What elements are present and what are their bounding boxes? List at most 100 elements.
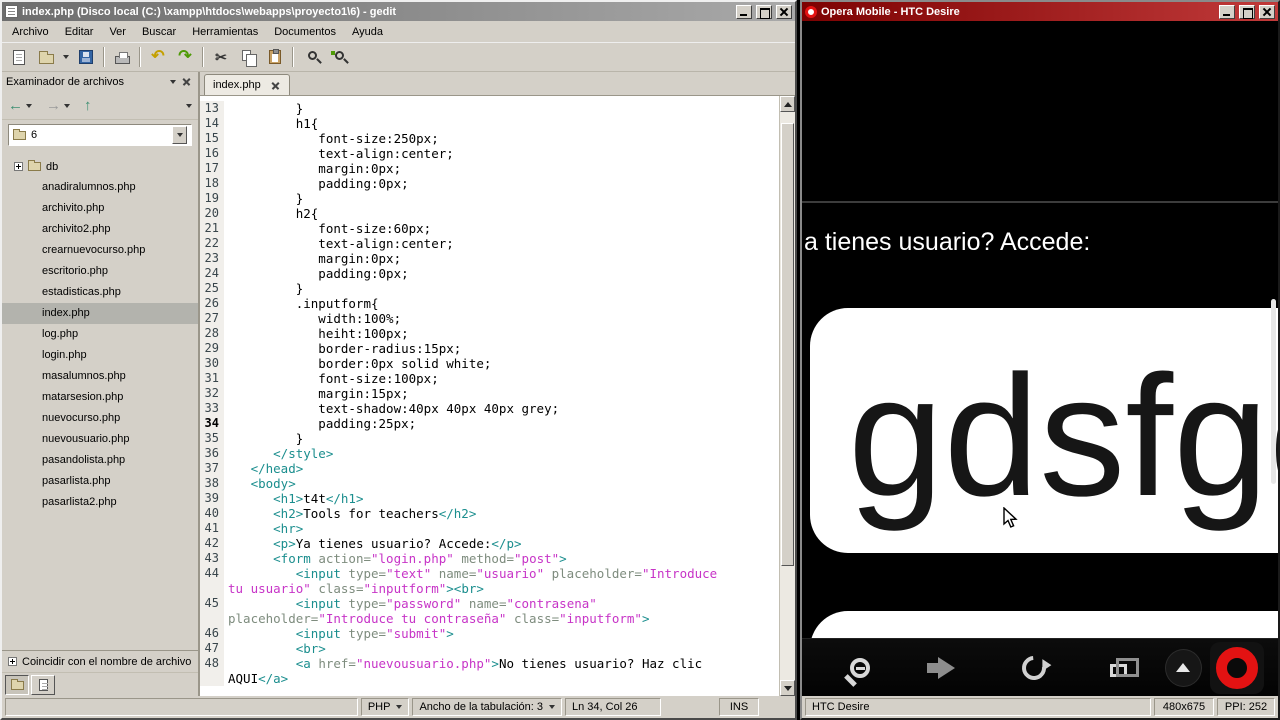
code-line[interactable]: 34 padding:25px; [200,416,779,431]
cut-button[interactable]: ✂ [208,45,234,69]
code-line[interactable]: 15 font-size:250px; [200,131,779,146]
gedit-titlebar[interactable]: index.php (Disco local (C:) \xampp\htdoc… [2,2,795,21]
expand-icon[interactable] [8,657,17,666]
copy-button[interactable] [235,45,261,69]
scroll-down-button[interactable] [780,680,795,696]
location-dropdown-button[interactable] [172,126,187,144]
menu-herramientas[interactable]: Herramientas [184,23,266,41]
close-button[interactable] [776,4,792,19]
maximize-button[interactable] [756,4,772,19]
file-item-pasarlista2.php[interactable]: pasarlista2.php [2,492,198,513]
code-line[interactable]: 20 h2{ [200,206,779,221]
print-button[interactable] [109,45,135,69]
code-lines[interactable]: 13 } 14 h1{15 font-size:250px; 16 text-ali… [200,96,779,696]
file-item-nuevocurso.php[interactable]: nuevocurso.php [2,408,198,429]
opera-titlebar[interactable]: Opera Mobile - HTC Desire [802,2,1278,21]
code-line[interactable]: 43 <form action="login.php" method="post… [200,551,779,566]
panel-tab-file-browser[interactable] [5,675,29,695]
new-document-button[interactable] [6,45,32,69]
file-item-crearnuevocurso.php[interactable]: crearnuevocurso.php [2,240,198,261]
tab-index-php[interactable]: index.php [204,74,290,95]
code-line[interactable]: 22 text-align:center; [200,236,779,251]
menu-buscar[interactable]: Buscar [134,23,184,41]
panel-close-button[interactable] [180,75,194,89]
file-item-anadiralumnos.php[interactable]: anadiralumnos.php [2,177,198,198]
forward-dropdown-icon[interactable] [64,103,70,108]
menu-editar[interactable]: Editar [57,23,102,41]
code-line[interactable]: 48 <a href="nuevousuario.php">No tienes … [200,656,779,671]
file-item-pasarlista.php[interactable]: pasarlista.php [2,471,198,492]
code-line[interactable]: 14 h1{ [200,116,779,131]
tab-close-button[interactable] [269,79,281,91]
forward-button[interactable] [903,656,990,679]
save-button[interactable] [73,45,99,69]
menu-ver[interactable]: Ver [101,23,134,41]
code-line[interactable]: 29 border-radius:15px; [200,341,779,356]
filter-row[interactable]: Coincidir con el nombre de archivo [2,650,198,672]
panel-switcher-caret-icon[interactable] [170,80,176,84]
file-item-login.php[interactable]: login.php [2,345,198,366]
menu-archivo[interactable]: Archivo [4,23,57,41]
menu-documentos[interactable]: Documentos [266,23,344,41]
username-input[interactable]: gdsfgd [810,308,1278,553]
menu-ayuda[interactable]: Ayuda [344,23,391,41]
tab-width-selector[interactable]: Ancho de la tabulación: 3 [412,698,562,716]
code-line[interactable]: 41 <hr> [200,521,779,536]
panel-tab-documents[interactable] [31,675,55,695]
back-button[interactable]: ← [8,98,23,113]
code-line[interactable]: 32 margin:15px; [200,386,779,401]
scrollbar-track[interactable] [780,112,795,680]
code-line[interactable]: AQUI</a> [200,671,779,686]
forward-button[interactable]: → [46,98,61,113]
open-dropdown-button[interactable] [60,45,72,69]
code-line[interactable]: 42 <p>Ya tienes usuario? Accede:</p> [200,536,779,551]
close-button[interactable] [1259,4,1275,19]
scrollbar-thumb[interactable] [781,123,794,567]
code-line[interactable]: 38 <body> [200,476,779,491]
location-combobox[interactable]: 6 [8,124,192,146]
editor-scrollbar[interactable] [779,96,795,696]
code-line[interactable]: 39 <h1>t4t</h1> [200,491,779,506]
file-item-matarsesion.php[interactable]: matarsesion.php [2,387,198,408]
browser-viewport[interactable]: a tienes usuario? Accede: gdsfgd [802,21,1278,638]
open-button[interactable] [33,45,59,69]
scroll-up-button[interactable] [780,96,795,112]
page-scrollbar[interactable] [1271,299,1276,484]
code-line[interactable]: 47 <br> [200,641,779,656]
language-selector[interactable]: PHP [360,698,410,716]
file-item-archivito.php[interactable]: archivito.php [2,198,198,219]
file-item-nuevousuario.php[interactable]: nuevousuario.php [2,429,198,450]
code-line[interactable]: 28 heiht:100px; [200,326,779,341]
maximize-button[interactable] [1239,4,1255,19]
code-line[interactable]: 17 margin:0px; [200,161,779,176]
up-button[interactable]: ↑ [84,98,92,113]
opera-menu-button[interactable] [1209,641,1265,694]
password-input[interactable] [810,611,1278,638]
redo-button[interactable]: ↷ [172,45,198,69]
file-item-log.php[interactable]: log.php [2,324,198,345]
expand-icon[interactable] [14,162,23,171]
code-line[interactable]: 35 } [200,431,779,446]
code-line[interactable]: 36 </style> [200,446,779,461]
code-line[interactable]: 46 <input type="submit"> [200,626,779,641]
code-line[interactable]: 37 </head> [200,461,779,476]
file-item-pasandolista.php[interactable]: pasandolista.php [2,450,198,471]
code-line[interactable]: placeholder="Introduce tu contraseña" cl… [200,611,779,626]
file-item-archivito2.php[interactable]: archivito2.php [2,219,198,240]
minimize-button[interactable] [736,4,752,19]
paste-button[interactable] [262,45,288,69]
zoom-out-button[interactable] [816,657,903,678]
code-line[interactable]: tu usuario" class="inputform"><br> [200,581,779,596]
code-line[interactable]: 19 } [200,191,779,206]
code-line[interactable]: 18 padding:0px; [200,176,779,191]
code-line[interactable]: 27 width:100%; [200,311,779,326]
reload-button[interactable] [990,650,1077,685]
menu-up-button[interactable] [1164,648,1202,687]
code-line[interactable]: 25 } [200,281,779,296]
back-dropdown-icon[interactable] [26,103,32,108]
code-line[interactable]: 44 <input type="text" name="usuario" pla… [200,566,779,581]
minimize-button[interactable] [1219,4,1235,19]
code-line[interactable]: 30 border:0px solid white; [200,356,779,371]
file-item-index.php[interactable]: index.php [2,303,198,324]
code-line[interactable]: 24 padding:0px; [200,266,779,281]
